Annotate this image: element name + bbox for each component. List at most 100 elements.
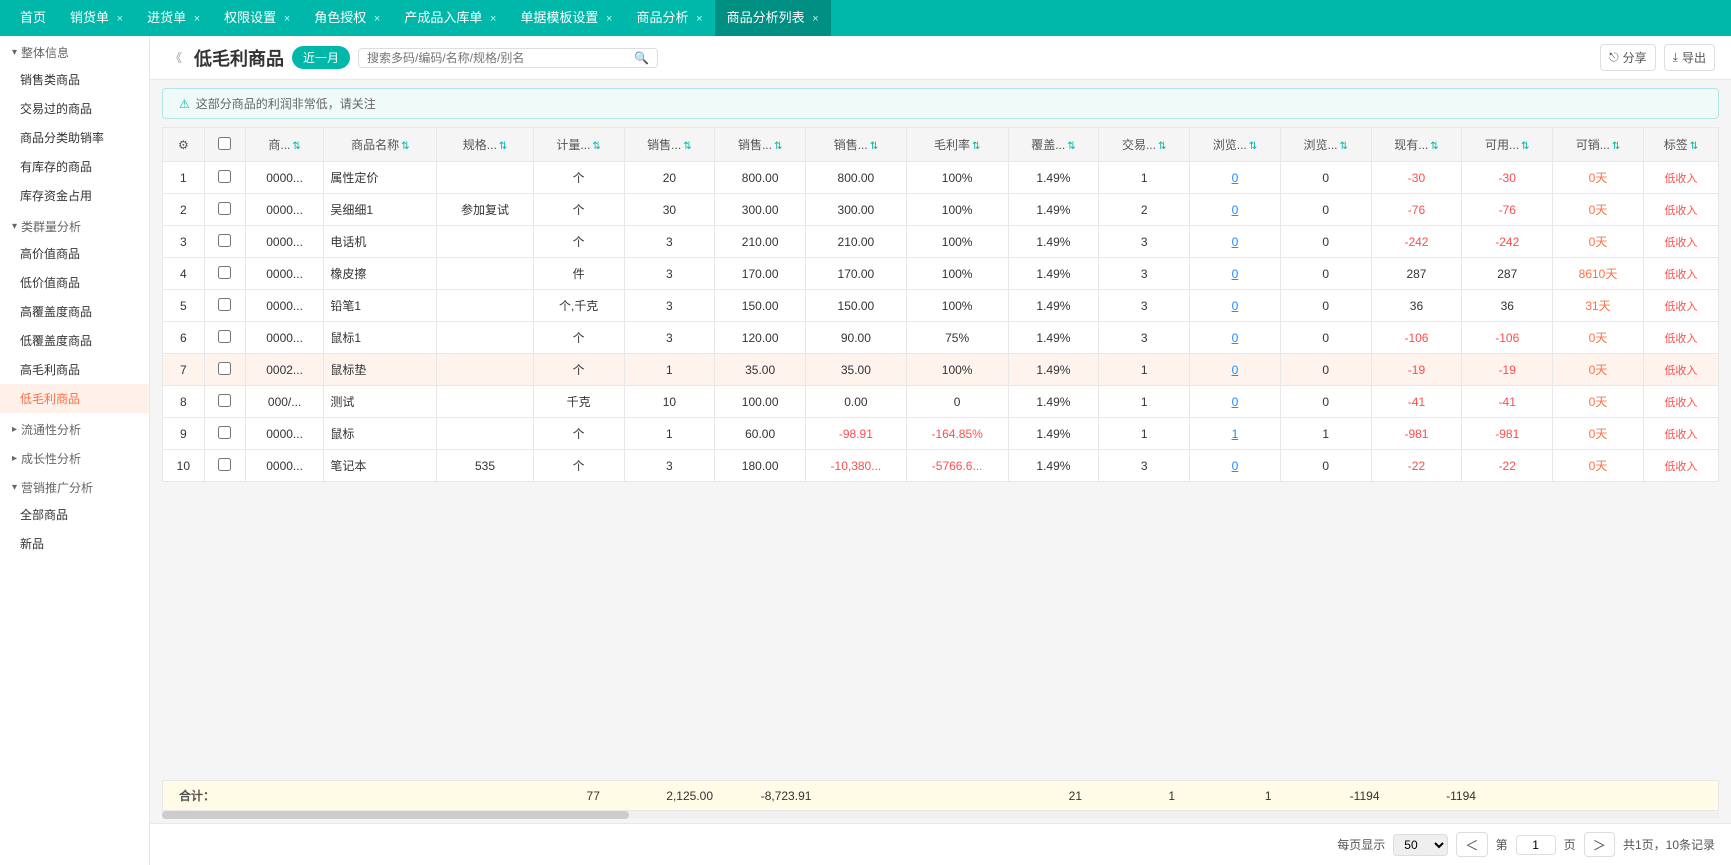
col-checkbox[interactable] xyxy=(204,128,245,162)
nav-item-permissions[interactable]: 权限设置 × xyxy=(212,0,302,36)
row-cover-rate: 1.49% xyxy=(1008,194,1099,226)
search-icon[interactable]: 🔍 xyxy=(634,51,649,65)
row-current: 287 xyxy=(1371,258,1462,290)
col-gross-rate[interactable]: 毛利率⇅ xyxy=(906,128,1008,162)
row-select-checkbox[interactable] xyxy=(218,234,231,247)
col-settings[interactable]: ⚙ xyxy=(163,128,205,162)
sidebar-group-liquidity[interactable]: ▸ 流通性分析 xyxy=(0,413,149,442)
row-checkbox[interactable] xyxy=(204,322,245,354)
nav-item-roles[interactable]: 角色授权 × xyxy=(302,0,392,36)
sidebar-group-cluster[interactable]: ▾ 类群量分析 xyxy=(0,210,149,239)
row-select-checkbox[interactable] xyxy=(218,202,231,215)
col-sales-qty[interactable]: 销售...⇅ xyxy=(624,128,715,162)
row-browse1[interactable]: 0 xyxy=(1190,386,1281,418)
close-icon[interactable]: × xyxy=(696,13,702,25)
current-page-input[interactable] xyxy=(1516,835,1556,855)
col-browse2[interactable]: 浏览...⇅ xyxy=(1280,128,1371,162)
select-all-checkbox[interactable] xyxy=(218,137,231,150)
sidebar-item-category-rate[interactable]: 商品分类助销率 xyxy=(0,123,149,152)
sidebar-group-marketing[interactable]: ▾ 营销推广分析 xyxy=(0,471,149,500)
next-page-button[interactable]: ＞ xyxy=(1584,832,1615,857)
filter-recent-month-button[interactable]: 近一月 xyxy=(292,46,350,69)
col-trade[interactable]: 交易...⇅ xyxy=(1099,128,1190,162)
row-browse1[interactable]: 0 xyxy=(1190,226,1281,258)
col-available[interactable]: 可用...⇅ xyxy=(1462,128,1553,162)
row-checkbox[interactable] xyxy=(204,194,245,226)
row-select-checkbox[interactable] xyxy=(218,330,231,343)
row-unit: 个 xyxy=(533,162,624,194)
row-browse1[interactable]: 0 xyxy=(1190,354,1281,386)
nav-item-sales[interactable]: 销货单 × xyxy=(58,0,135,36)
scrollbar-thumb[interactable] xyxy=(162,811,629,819)
search-input[interactable] xyxy=(367,51,634,65)
sidebar-item-traded-goods[interactable]: 交易过的商品 xyxy=(0,94,149,123)
row-select-checkbox[interactable] xyxy=(218,170,231,183)
col-saleable[interactable]: 可销...⇅ xyxy=(1553,128,1644,162)
close-icon[interactable]: × xyxy=(490,13,496,25)
sidebar-item-high-coverage[interactable]: 高覆盖度商品 xyxy=(0,297,149,326)
row-browse1[interactable]: 0 xyxy=(1190,450,1281,482)
row-select-checkbox[interactable] xyxy=(218,362,231,375)
collapse-sidebar-button[interactable]: 《 xyxy=(166,48,186,68)
row-select-checkbox[interactable] xyxy=(218,266,231,279)
row-checkbox[interactable] xyxy=(204,162,245,194)
table-container[interactable]: ⚙ 商...⇅ 商品名称⇅ 规格...⇅ 计量...⇅ 销售...⇅ 销售...… xyxy=(162,127,1719,772)
col-spec[interactable]: 规格...⇅ xyxy=(437,128,533,162)
col-unit[interactable]: 计量...⇅ xyxy=(533,128,624,162)
row-checkbox[interactable] xyxy=(204,226,245,258)
col-tag[interactable]: 标签⇅ xyxy=(1643,128,1718,162)
nav-item-purchase[interactable]: 进货单 × xyxy=(135,0,212,36)
row-select-checkbox[interactable] xyxy=(218,394,231,407)
nav-item-template[interactable]: 单据模板设置 × xyxy=(508,0,624,36)
share-button[interactable]: ⎋ 分享 xyxy=(1600,44,1656,71)
row-browse1[interactable]: 0 xyxy=(1190,322,1281,354)
close-icon[interactable]: × xyxy=(374,13,380,25)
page-size-select[interactable]: 50 20 100 xyxy=(1393,834,1448,856)
export-button[interactable]: ⤓ 导出 xyxy=(1664,44,1715,71)
col-code[interactable]: 商...⇅ xyxy=(245,128,324,162)
sidebar-group-growth[interactable]: ▸ 成长性分析 xyxy=(0,442,149,471)
sidebar-item-in-stock[interactable]: 有库存的商品 xyxy=(0,152,149,181)
col-sales-amount[interactable]: 销售...⇅ xyxy=(806,128,907,162)
col-cover-rate[interactable]: 覆盖...⇅ xyxy=(1008,128,1099,162)
row-checkbox[interactable] xyxy=(204,290,245,322)
row-browse1[interactable]: 1 xyxy=(1190,418,1281,450)
row-browse1[interactable]: 0 xyxy=(1190,194,1281,226)
row-select-checkbox[interactable] xyxy=(218,426,231,439)
nav-item-home[interactable]: 首页 xyxy=(8,0,58,36)
sidebar-group-overall[interactable]: ▾ 整体信息 xyxy=(0,36,149,65)
sidebar-item-low-coverage[interactable]: 低覆盖度商品 xyxy=(0,326,149,355)
sidebar-item-high-margin[interactable]: 高毛利商品 xyxy=(0,355,149,384)
sidebar-item-sales-goods[interactable]: 销售类商品 xyxy=(0,65,149,94)
close-icon[interactable]: × xyxy=(284,13,290,25)
row-checkbox[interactable] xyxy=(204,258,245,290)
row-checkbox[interactable] xyxy=(204,386,245,418)
row-browse1[interactable]: 0 xyxy=(1190,258,1281,290)
col-sales-price[interactable]: 销售...⇅ xyxy=(715,128,806,162)
nav-item-analysis-list[interactable]: 商品分析列表 × xyxy=(715,0,831,36)
close-icon[interactable]: × xyxy=(194,13,200,25)
sidebar-item-all-goods[interactable]: 全部商品 xyxy=(0,500,149,529)
close-icon[interactable]: × xyxy=(117,13,123,25)
row-browse1[interactable]: 0 xyxy=(1190,290,1281,322)
close-icon[interactable]: × xyxy=(812,13,818,25)
row-select-checkbox[interactable] xyxy=(218,298,231,311)
row-select-checkbox[interactable] xyxy=(218,458,231,471)
row-checkbox[interactable] xyxy=(204,354,245,386)
sidebar-item-high-value[interactable]: 高价值商品 xyxy=(0,239,149,268)
sidebar-item-low-value[interactable]: 低价值商品 xyxy=(0,268,149,297)
sidebar-item-new-goods[interactable]: 新品 xyxy=(0,529,149,558)
col-current[interactable]: 现有...⇅ xyxy=(1371,128,1462,162)
sidebar-item-low-margin[interactable]: 低毛利商品 xyxy=(0,384,149,413)
horizontal-scrollbar[interactable] xyxy=(162,811,1719,819)
nav-item-product-inbound[interactable]: 产成品入库单 × xyxy=(392,0,508,36)
close-icon[interactable]: × xyxy=(606,13,612,25)
row-browse1[interactable]: 0 xyxy=(1190,162,1281,194)
row-checkbox[interactable] xyxy=(204,418,245,450)
row-checkbox[interactable] xyxy=(204,450,245,482)
sidebar-item-inventory-fund[interactable]: 库存资金占用 xyxy=(0,181,149,210)
col-browse1[interactable]: 浏览...⇅ xyxy=(1190,128,1281,162)
prev-page-button[interactable]: ＜ xyxy=(1456,832,1487,857)
nav-item-product-analysis[interactable]: 商品分析 × xyxy=(624,0,714,36)
col-name[interactable]: 商品名称⇅ xyxy=(324,128,437,162)
